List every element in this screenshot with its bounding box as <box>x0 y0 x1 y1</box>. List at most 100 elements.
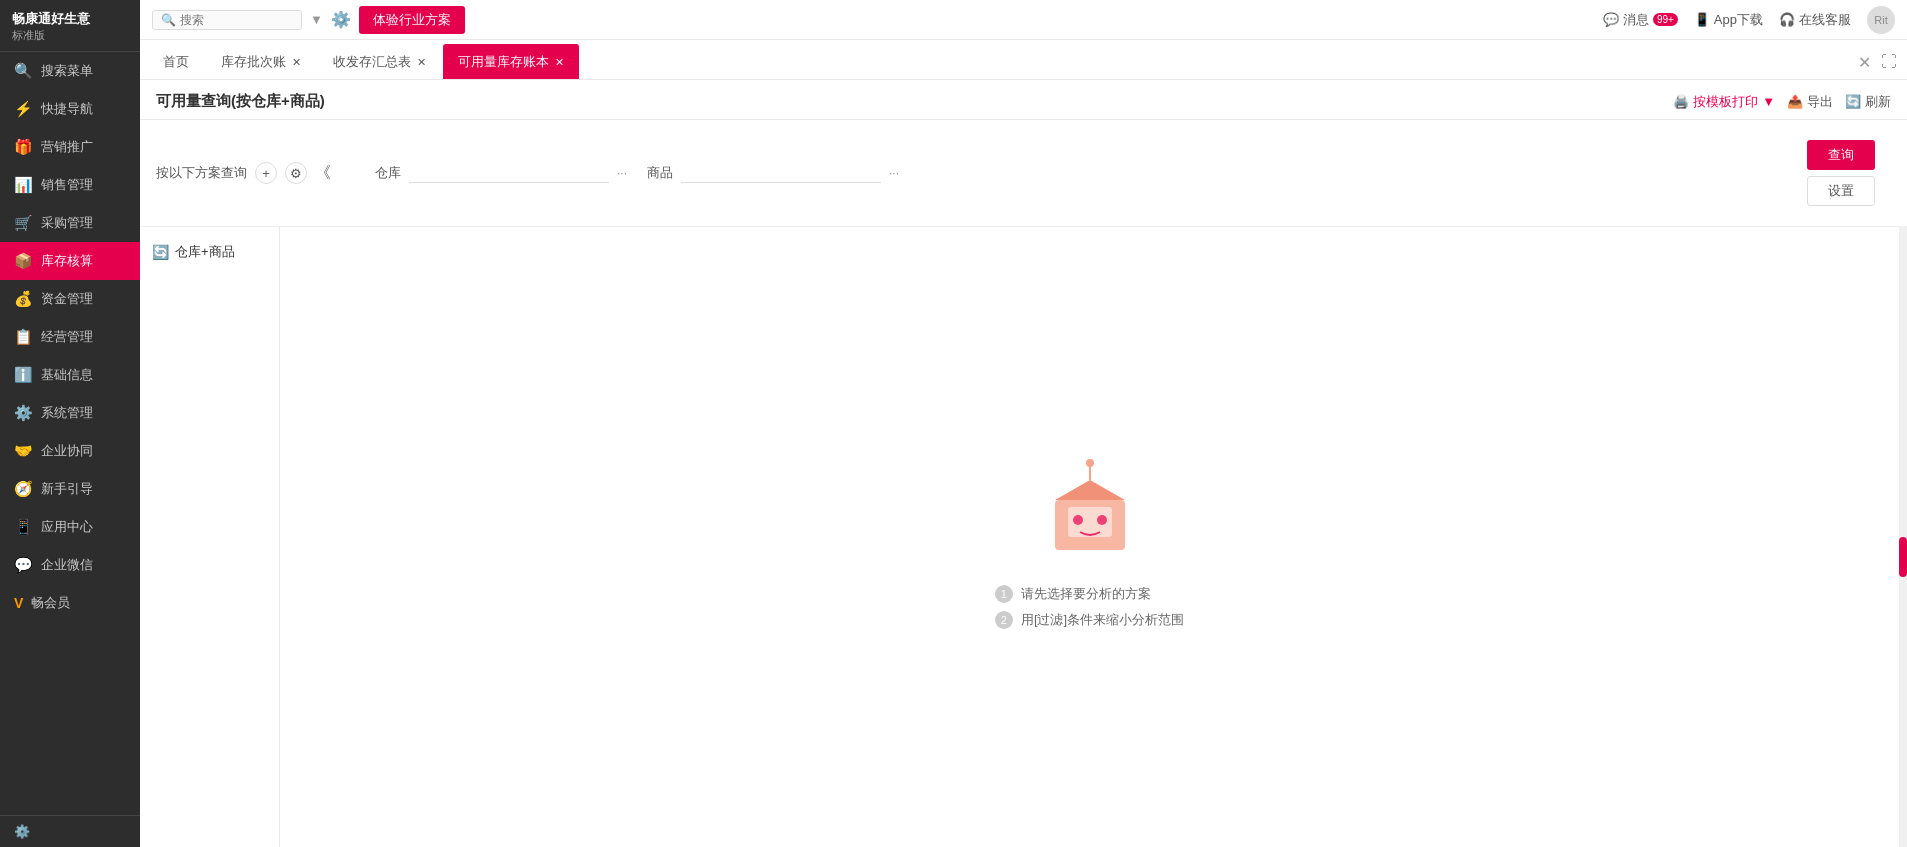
sidebar-item-wechat[interactable]: 💬 企业微信 <box>0 546 140 584</box>
empty-svg <box>1030 445 1150 565</box>
sidebar-item-label: 快捷导航 <box>41 100 93 118</box>
logo-sub: 标准版 <box>12 28 128 43</box>
user-name: Rit <box>1874 14 1887 26</box>
search-box[interactable]: 🔍 <box>152 10 302 30</box>
collapse-icon[interactable]: 《 <box>315 163 331 184</box>
search-icon: 🔍 <box>14 62 33 80</box>
system-icon: ⚙️ <box>14 404 33 422</box>
app-download-label: App下载 <box>1714 11 1763 29</box>
message-btn[interactable]: 💬 消息 99+ <box>1603 11 1678 29</box>
sidebar-item-search[interactable]: 🔍 搜索菜单 <box>0 52 140 90</box>
sidebar-item-finance[interactable]: 💰 资金管理 <box>0 280 140 318</box>
svg-point-4 <box>1097 515 1107 525</box>
query-fields: 仓库 ··· 商品 ··· 查询 设置 <box>359 130 1891 216</box>
query-btn[interactable]: 查询 <box>1807 140 1875 170</box>
refresh-btn[interactable]: 🔄 刷新 <box>1845 93 1891 111</box>
online-service-btn[interactable]: 🎧 在线客服 <box>1779 11 1851 29</box>
chevron-down-icon[interactable]: ▼ <box>1762 94 1775 109</box>
sidebar-bottom[interactable]: ⚙️ <box>0 815 140 847</box>
sidebar-item-purchase[interactable]: 🛒 采购管理 <box>0 204 140 242</box>
sales-icon: 📊 <box>14 176 33 194</box>
svg-marker-1 <box>1055 480 1125 500</box>
sidebar-item-app[interactable]: 📱 应用中心 <box>0 508 140 546</box>
topbar: 🔍 ▼ ⚙️ 体验行业方案 💬 消息 99+ 📱 App下载 🎧 在线客服 <box>140 0 1907 40</box>
sidebar-item-label: 基础信息 <box>41 366 93 384</box>
warehouse-input[interactable] <box>409 163 609 183</box>
close-icon[interactable]: ✕ <box>292 56 301 69</box>
sidebar-item-marketing[interactable]: 🎁 营销推广 <box>0 128 140 166</box>
sidebar-item-ops[interactable]: 📋 经营管理 <box>0 318 140 356</box>
right-scrollbar[interactable] <box>1899 227 1907 847</box>
close-icon[interactable]: ✕ <box>555 56 564 69</box>
product-label: 商品 <box>647 164 673 182</box>
page-header-actions: 🖨️ 按模板打印 ▼ 📤 导出 🔄 刷新 <box>1673 93 1891 111</box>
query-top: 按以下方案查询 + ⚙ 《 仓库 ··· 商品 ··· <box>140 120 1907 227</box>
basic-icon: ℹ️ <box>14 366 33 384</box>
warehouse-field: 仓库 ··· <box>375 163 627 183</box>
page-content: 可用量查询(按仓库+商品) 🖨️ 按模板打印 ▼ 📤 导出 🔄 刷新 <box>140 80 1907 847</box>
headset-icon: 🎧 <box>1779 12 1795 27</box>
scheme-panel: 🔄 仓库+商品 <box>140 227 280 847</box>
logo-title: 畅康通好生意 <box>12 10 128 28</box>
message-label: 消息 <box>1623 11 1649 29</box>
template-print-btn[interactable]: 🖨️ 按模板打印 ▼ <box>1673 93 1775 111</box>
sidebar-item-vip[interactable]: V 畅会员 <box>0 584 140 622</box>
search-input[interactable] <box>180 13 290 27</box>
dropdown-icon[interactable]: ▼ <box>310 12 323 27</box>
corp-icon: 🤝 <box>14 442 33 460</box>
sidebar-item-label: 新手引导 <box>41 480 93 498</box>
sidebar-item-shortcut[interactable]: ⚡ 快捷导航 <box>0 90 140 128</box>
sidebar-item-system[interactable]: ⚙️ 系统管理 <box>0 394 140 432</box>
sidebar-item-onboard[interactable]: 🧭 新手引导 <box>0 470 140 508</box>
export-icon: 📤 <box>1787 94 1803 109</box>
gear-icon[interactable]: ⚙️ <box>331 10 351 29</box>
export-label: 导出 <box>1807 93 1833 111</box>
user-area[interactable]: Rit <box>1867 6 1895 34</box>
tab-home[interactable]: 首页 <box>148 44 204 79</box>
expand-icon[interactable]: ⛶ <box>1879 50 1899 73</box>
svg-point-6 <box>1086 459 1094 467</box>
tab-available-ledger[interactable]: 可用量库存账本 ✕ <box>443 44 579 79</box>
shortcut-icon: ⚡ <box>14 100 33 118</box>
settings-btn[interactable]: 设置 <box>1807 176 1875 206</box>
sidebar-item-sales[interactable]: 📊 销售管理 <box>0 166 140 204</box>
sidebar: 畅康通好生意 标准版 🔍 搜索菜单 ⚡ 快捷导航 🎁 营销推广 📊 销售管理 🛒… <box>0 0 140 847</box>
sidebar-item-basic[interactable]: ℹ️ 基础信息 <box>0 356 140 394</box>
sidebar-item-label: 销售管理 <box>41 176 93 194</box>
tip-item-2: 2 用[过滤]条件来缩小分析范围 <box>995 611 1184 629</box>
topbar-right: 💬 消息 99+ 📱 App下载 🎧 在线客服 Rit <box>1603 6 1895 34</box>
sidebar-item-label: 营销推广 <box>41 138 93 156</box>
warehouse-more[interactable]: ··· <box>617 166 627 180</box>
user-avatar: Rit <box>1867 6 1895 34</box>
product-input[interactable] <box>681 163 881 183</box>
wechat-icon: 💬 <box>14 556 33 574</box>
sidebar-item-label: 企业微信 <box>41 556 93 574</box>
sidebar-item-inventory[interactable]: 📦 库存核算 <box>0 242 140 280</box>
sidebar-item-corp[interactable]: 🤝 企业协同 <box>0 432 140 470</box>
tabbar-right-icons: ✕ ⛶ <box>1856 50 1899 73</box>
add-scheme-btn[interactable]: + <box>255 162 277 184</box>
product-field: 商品 ··· <box>647 163 899 183</box>
content-area: 🔄 仓库+商品 <box>140 227 1907 847</box>
empty-illustration <box>1030 445 1150 565</box>
online-service-label: 在线客服 <box>1799 11 1851 29</box>
finance-icon: 💰 <box>14 290 33 308</box>
tab-receipt-summary[interactable]: 收发存汇总表 ✕ <box>318 44 441 79</box>
export-btn[interactable]: 📤 导出 <box>1787 93 1833 111</box>
phone-icon: 📱 <box>1694 12 1710 27</box>
settings-scheme-btn[interactable]: ⚙ <box>285 162 307 184</box>
app-download-btn[interactable]: 📱 App下载 <box>1694 11 1763 29</box>
sidebar-item-label: 搜索菜单 <box>41 62 93 80</box>
refresh-label: 刷新 <box>1865 93 1891 111</box>
inventory-icon: 📦 <box>14 252 33 270</box>
sidebar-item-label: 库存核算 <box>41 252 93 270</box>
settings-icon: ⚙️ <box>14 824 30 839</box>
industry-btn[interactable]: 体验行业方案 <box>359 6 465 34</box>
close-all-icon[interactable]: ✕ <box>1856 50 1873 73</box>
close-icon[interactable]: ✕ <box>417 56 426 69</box>
product-more[interactable]: ··· <box>889 166 899 180</box>
print-icon: 🖨️ <box>1673 94 1689 109</box>
sidebar-item-label: 经营管理 <box>41 328 93 346</box>
scheme-item-warehouse-product[interactable]: 🔄 仓库+商品 <box>140 235 279 269</box>
tab-batch-account[interactable]: 库存批次账 ✕ <box>206 44 316 79</box>
